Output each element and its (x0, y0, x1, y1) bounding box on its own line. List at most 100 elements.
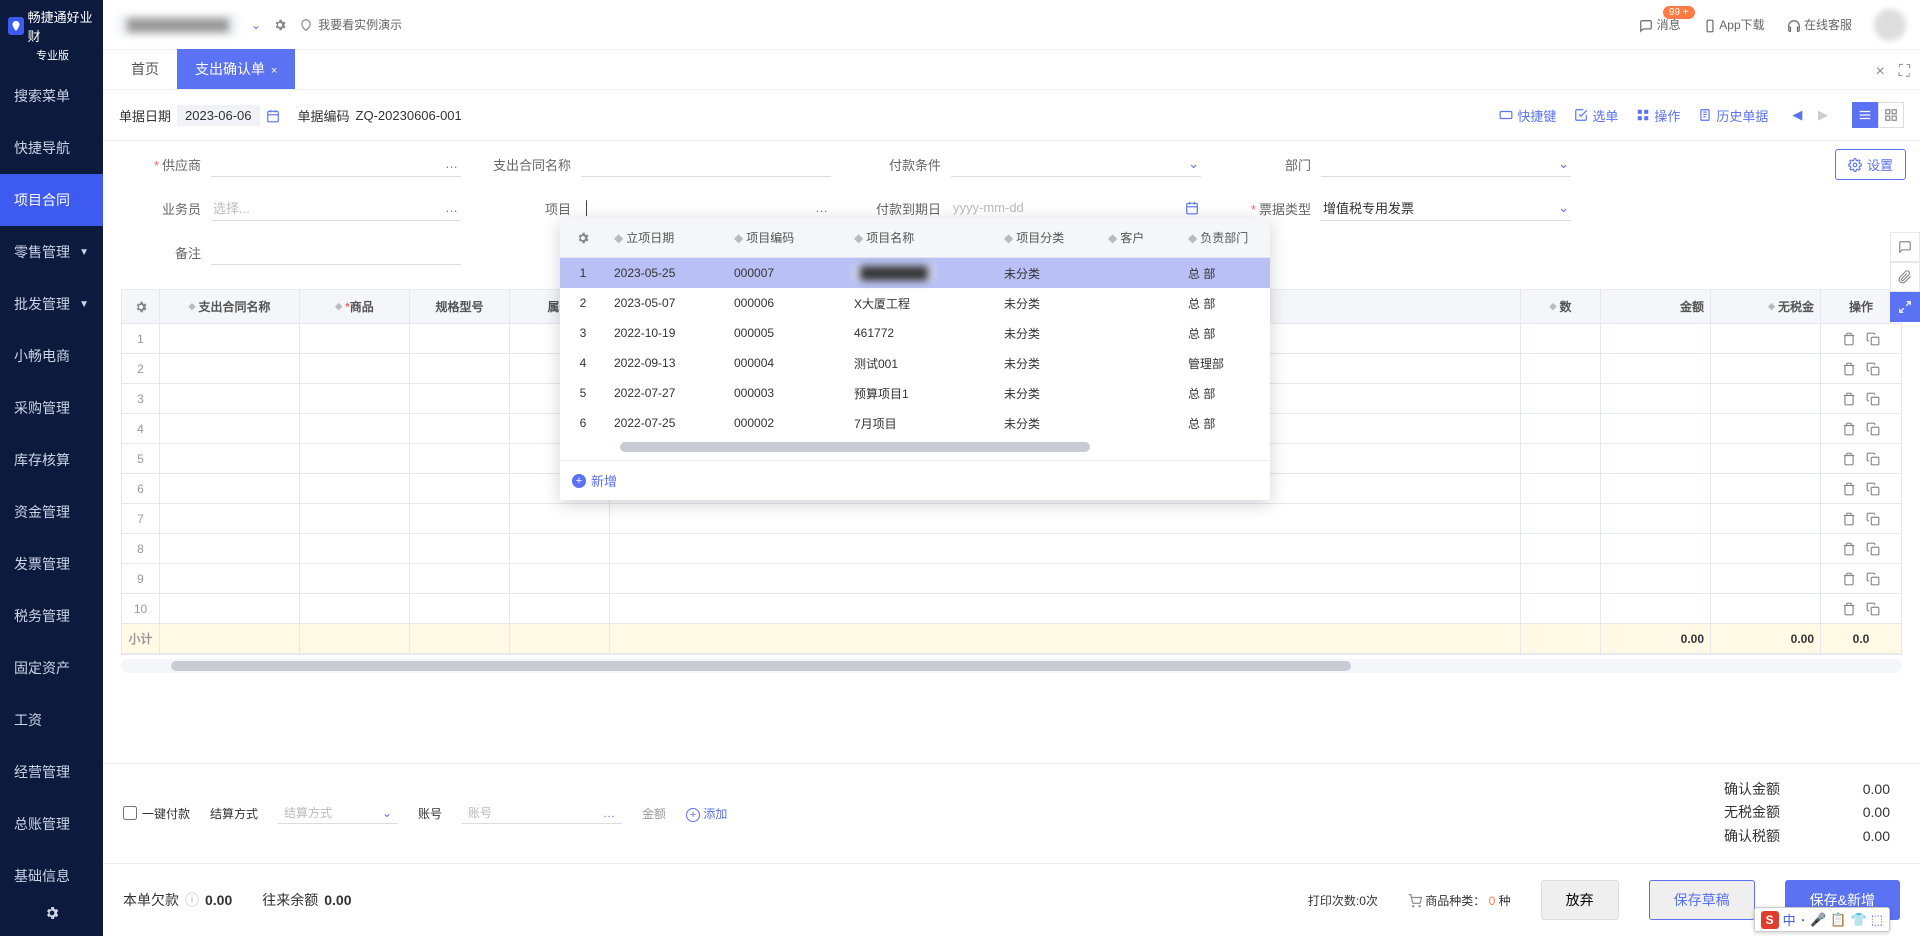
view-grid-icon[interactable] (1878, 102, 1904, 128)
sidebar-item[interactable]: 搜索菜单 (0, 70, 103, 122)
col-notax[interactable]: ◆无税金 (1711, 290, 1821, 323)
copy-icon[interactable] (1866, 601, 1880, 616)
delete-icon[interactable] (1842, 601, 1856, 616)
voucher-type-field[interactable]: 增值税专用发票⌄ (1321, 195, 1571, 221)
save-draft-button[interactable]: 保存草稿 (1649, 880, 1755, 920)
copy-icon[interactable] (1866, 571, 1880, 586)
add-settle-button[interactable]: + 添加 (686, 805, 727, 822)
supplier-field[interactable]: … (211, 151, 461, 177)
col-product[interactable]: ◆*商品 (300, 290, 410, 323)
delete-icon[interactable] (1842, 541, 1856, 556)
tab-fullscreen-icon[interactable]: ⛶ (1899, 63, 1910, 81)
popup-col-date[interactable]: ◆立项日期 (606, 229, 726, 246)
popup-col-cls[interactable]: ◆项目分类 (996, 229, 1100, 246)
ellipsis-icon[interactable]: … (445, 156, 459, 171)
table-row[interactable]: 7 (122, 504, 1901, 534)
one-click-pay-checkbox[interactable]: 一键付款 (123, 805, 190, 822)
delete-icon[interactable] (1842, 331, 1856, 346)
close-icon[interactable]: × (271, 65, 277, 77)
ime-lang[interactable]: 中 (1783, 910, 1796, 929)
view-list-icon[interactable] (1852, 102, 1878, 128)
copy-icon[interactable] (1866, 511, 1880, 526)
contract-field[interactable] (581, 151, 831, 177)
delete-icon[interactable] (1842, 511, 1856, 526)
settings-button[interactable]: 设置 (1835, 149, 1906, 180)
delete-icon[interactable] (1842, 481, 1856, 496)
sidebar-settings-icon[interactable] (44, 910, 60, 924)
service-button[interactable]: 在线客服 (1787, 16, 1852, 33)
table-row[interactable]: 9 (122, 564, 1901, 594)
ime-skin-icon[interactable]: 👕 (1851, 912, 1867, 928)
copy-icon[interactable] (1866, 481, 1880, 496)
delete-icon[interactable] (1842, 451, 1856, 466)
sidebar-item[interactable]: 批发管理▼ (0, 278, 103, 330)
popup-col-cust[interactable]: ◆客户 (1100, 229, 1180, 246)
copy-icon[interactable] (1866, 391, 1880, 406)
shortcut-button[interactable]: 快捷键 (1499, 106, 1556, 125)
delete-icon[interactable] (1842, 391, 1856, 406)
messages-button[interactable]: 消息 99 + (1639, 16, 1680, 33)
company-selector[interactable]: ████████████ (117, 14, 239, 36)
discard-button[interactable]: 放弃 (1541, 880, 1619, 920)
ellipsis-icon[interactable]: … (445, 200, 459, 215)
app-download-button[interactable]: App下载 (1703, 16, 1765, 33)
copy-icon[interactable] (1866, 421, 1880, 436)
ime-punct-icon[interactable]: ･ (1800, 910, 1807, 929)
sidebar-item[interactable]: 零售管理▼ (0, 226, 103, 278)
float-attach-icon[interactable] (1890, 262, 1920, 292)
doc-date-input[interactable]: 2023-06-06 (177, 105, 260, 126)
copy-icon[interactable] (1866, 331, 1880, 346)
float-chat-icon[interactable] (1890, 232, 1920, 262)
popup-add-button[interactable]: + 新增 (560, 460, 1270, 500)
delete-icon[interactable] (1842, 421, 1856, 436)
sidebar-item[interactable]: 采购管理 (0, 382, 103, 434)
sidebar-item[interactable]: 小畅电商 (0, 330, 103, 382)
col-qty[interactable]: ◆数 (1521, 290, 1601, 323)
table-row[interactable]: 10 (122, 594, 1901, 624)
next-doc-button[interactable]: ▶ (1812, 107, 1834, 122)
demo-link[interactable]: 我要看实例演示 (299, 16, 402, 33)
dept-field[interactable]: ⌄ (1321, 151, 1571, 177)
sidebar-item[interactable]: 项目合同 (0, 174, 103, 226)
history-button[interactable]: 历史单据 (1698, 106, 1768, 125)
chevron-down-icon[interactable]: ⌄ (1558, 156, 1569, 172)
settle-method-select[interactable]: 结算方式⌄ (278, 802, 398, 824)
copy-icon[interactable] (1866, 361, 1880, 376)
copy-icon[interactable] (1866, 541, 1880, 556)
col-amount[interactable]: 金额 (1601, 290, 1711, 323)
popup-col-code[interactable]: ◆项目编码 (726, 229, 846, 246)
ime-kbd-icon[interactable]: 📋 (1830, 912, 1846, 928)
sidebar-item[interactable]: 发票管理 (0, 538, 103, 590)
popup-row[interactable]: 62022-07-250000027月项目未分类总 部 (560, 408, 1270, 438)
delete-icon[interactable] (1842, 361, 1856, 376)
sidebar-item[interactable]: 库存核算 (0, 434, 103, 486)
sidebar-item[interactable]: 基础信息 (0, 850, 103, 893)
prev-doc-button[interactable]: ◀ (1786, 107, 1808, 122)
sidebar-item[interactable]: 固定资产 (0, 642, 103, 694)
col-spec[interactable]: 规格型号 (410, 290, 510, 323)
tab[interactable]: 首页 (113, 49, 177, 89)
calendar-icon[interactable] (266, 107, 280, 123)
table-gear-icon[interactable] (122, 290, 160, 323)
popup-col-name[interactable]: ◆项目名称 (846, 229, 996, 246)
chevron-down-icon[interactable]: ⌄ (1188, 156, 1199, 172)
sidebar-item[interactable]: 快捷导航 (0, 122, 103, 174)
popup-row[interactable]: 42022-09-13000004测试001未分类管理部 (560, 348, 1270, 378)
company-dropdown-icon[interactable]: ⌄ (251, 18, 261, 32)
ime-tool-icon[interactable]: ⬚ (1871, 912, 1883, 928)
col-contract[interactable]: ◆支出合同名称 (160, 290, 300, 323)
sidebar-item[interactable]: 工资 (0, 694, 103, 746)
popup-gear-icon[interactable] (560, 231, 606, 245)
table-hscrollbar[interactable] (121, 659, 1902, 673)
calendar-icon[interactable] (1185, 200, 1199, 216)
popup-row[interactable]: 12023-05-25000007████████未分类总 部 (560, 258, 1270, 288)
tab[interactable]: 支出确认单× (177, 49, 295, 89)
topbar-gear-icon[interactable] (273, 17, 287, 32)
chevron-down-icon[interactable]: ⌄ (1558, 200, 1569, 216)
popup-col-dept[interactable]: ◆负责部门 (1180, 229, 1270, 246)
help-icon[interactable]: ⓘ (185, 890, 199, 910)
sidebar-item[interactable]: 资金管理 (0, 486, 103, 538)
copy-icon[interactable] (1866, 451, 1880, 466)
salesman-field[interactable]: 选择...… (211, 195, 461, 221)
account-select[interactable]: 账号… (462, 802, 622, 824)
